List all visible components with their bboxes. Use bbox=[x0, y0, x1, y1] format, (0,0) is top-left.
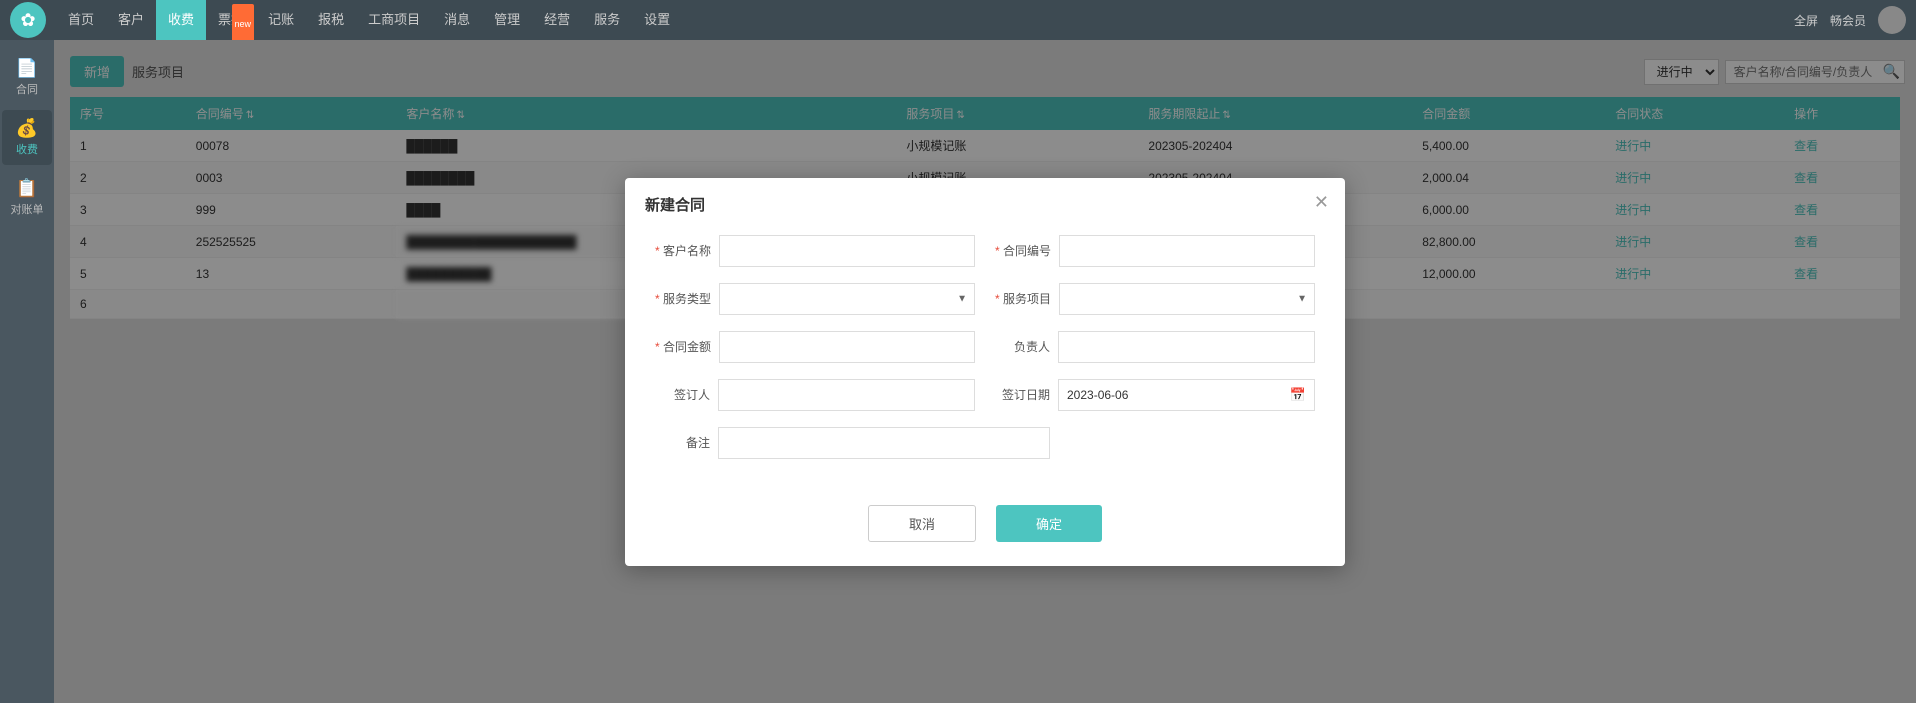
nav-tax[interactable]: 报税 bbox=[306, 0, 356, 40]
nav-settings[interactable]: 设置 bbox=[632, 0, 682, 40]
modal-overlay: 新建合同 ✕ 客户名称 合同编号 bbox=[54, 40, 1916, 703]
new-badge: new bbox=[232, 4, 255, 44]
form-group-client-name: 客户名称 bbox=[655, 235, 975, 267]
sidebar-item-contract[interactable]: 📄 合同 bbox=[2, 50, 52, 105]
fullscreen-label[interactable]: 全屏 bbox=[1794, 12, 1818, 29]
form-group-sign-date: 签订日期 2023-06-06 📅 bbox=[995, 379, 1315, 411]
sidebar-item-reconciliation[interactable]: 📋 对账单 bbox=[2, 170, 52, 225]
form-row-2: 服务类型 ▼ 服务项目 ▼ bbox=[655, 283, 1315, 315]
form-group-service-item: 服务项目 ▼ bbox=[995, 283, 1315, 315]
form-row-1: 客户名称 合同编号 bbox=[655, 235, 1315, 267]
contract-no-input[interactable] bbox=[1059, 235, 1315, 267]
form-group-signer: 签订人 bbox=[655, 379, 975, 411]
member-label[interactable]: 畅会员 bbox=[1830, 12, 1866, 29]
new-contract-modal: 新建合同 ✕ 客户名称 合同编号 bbox=[625, 178, 1345, 566]
sign-date-label: 签订日期 bbox=[995, 386, 1050, 403]
nav-right-area: 全屏 畅会员 bbox=[1794, 6, 1906, 34]
signer-input[interactable] bbox=[718, 379, 975, 411]
confirm-button[interactable]: 确定 bbox=[996, 505, 1102, 542]
cancel-button[interactable]: 取消 bbox=[868, 505, 976, 542]
client-name-label: 客户名称 bbox=[655, 242, 711, 259]
left-sidebar: 📄 合同 💰 收费 📋 对账单 bbox=[0, 40, 54, 703]
sign-date-value: 2023-06-06 bbox=[1067, 388, 1284, 402]
service-type-label: 服务类型 bbox=[655, 290, 711, 307]
nav-business[interactable]: 工商项目 bbox=[356, 0, 432, 40]
contract-no-label: 合同编号 bbox=[995, 242, 1051, 259]
fee-icon: 💰 bbox=[16, 118, 38, 139]
service-item-select-wrap: ▼ bbox=[1059, 283, 1315, 315]
app-logo: ✿ bbox=[10, 2, 46, 38]
remark-label: 备注 bbox=[655, 434, 710, 451]
nav-message[interactable]: 消息 bbox=[432, 0, 482, 40]
client-name-input[interactable] bbox=[719, 235, 975, 267]
service-item-label: 服务项目 bbox=[995, 290, 1051, 307]
nav-fee[interactable]: 收费 bbox=[156, 0, 206, 40]
avatar[interactable] bbox=[1878, 6, 1906, 34]
nav-client[interactable]: 客户 bbox=[106, 0, 156, 40]
sidebar-item-fee[interactable]: 💰 收费 bbox=[2, 110, 52, 165]
sign-date-wrap[interactable]: 2023-06-06 📅 bbox=[1058, 379, 1315, 411]
remark-input[interactable] bbox=[718, 427, 1050, 459]
nav-accounting[interactable]: 记账 bbox=[256, 0, 306, 40]
service-type-select[interactable] bbox=[719, 283, 975, 315]
calendar-icon[interactable]: 📅 bbox=[1290, 387, 1306, 403]
form-group-responsible: 负责人 bbox=[995, 331, 1315, 363]
modal-title: 新建合同 bbox=[625, 178, 1345, 225]
content-area: 新增 服务项目 进行中 已完成 已终止 🔍 序号 合同编号⇅ 客户名称⇅ 服务项… bbox=[54, 40, 1916, 703]
nav-manage[interactable]: 管理 bbox=[482, 0, 532, 40]
sidebar-item-contract-label: 合同 bbox=[16, 81, 38, 97]
form-group-service-type: 服务类型 ▼ bbox=[655, 283, 975, 315]
form-group-remark: 备注 bbox=[655, 427, 1050, 459]
responsible-label: 负责人 bbox=[995, 338, 1050, 355]
responsible-input[interactable] bbox=[1058, 331, 1315, 363]
contract-amount-label: 合同金额 bbox=[655, 338, 711, 355]
nav-invoice[interactable]: 票据 new bbox=[206, 0, 256, 40]
modal-body: 客户名称 合同编号 服务类型 bbox=[625, 225, 1345, 495]
top-navigation: ✿ 首页 客户 收费 票据 new 记账 报税 工商项目 消息 管理 经营 服务… bbox=[0, 0, 1916, 40]
modal-footer: 取消 确定 bbox=[625, 495, 1345, 566]
form-row-3: 合同金额 0.00 负责人 bbox=[655, 331, 1315, 363]
sidebar-item-reconciliation-label: 对账单 bbox=[11, 201, 44, 217]
service-type-select-wrap: ▼ bbox=[719, 283, 975, 315]
modal-close-button[interactable]: ✕ bbox=[1314, 192, 1329, 213]
signer-label: 签订人 bbox=[655, 386, 710, 403]
form-row-4: 签订人 签订日期 2023-06-06 📅 bbox=[655, 379, 1315, 411]
form-group-amount: 合同金额 0.00 bbox=[655, 331, 975, 363]
nav-home[interactable]: 首页 bbox=[56, 0, 106, 40]
reconciliation-icon: 📋 bbox=[16, 178, 38, 199]
form-row-5: 备注 bbox=[655, 427, 1315, 459]
nav-operation[interactable]: 经营 bbox=[532, 0, 582, 40]
nav-service[interactable]: 服务 bbox=[582, 0, 632, 40]
form-group-contract-no: 合同编号 bbox=[995, 235, 1315, 267]
contract-icon: 📄 bbox=[16, 58, 38, 79]
main-layout: 📄 合同 💰 收费 📋 对账单 新增 服务项目 进行中 已完成 已终止 🔍 bbox=[0, 40, 1916, 703]
service-item-select[interactable] bbox=[1059, 283, 1315, 315]
contract-amount-input[interactable]: 0.00 bbox=[719, 331, 975, 363]
sidebar-item-fee-label: 收费 bbox=[16, 141, 38, 157]
